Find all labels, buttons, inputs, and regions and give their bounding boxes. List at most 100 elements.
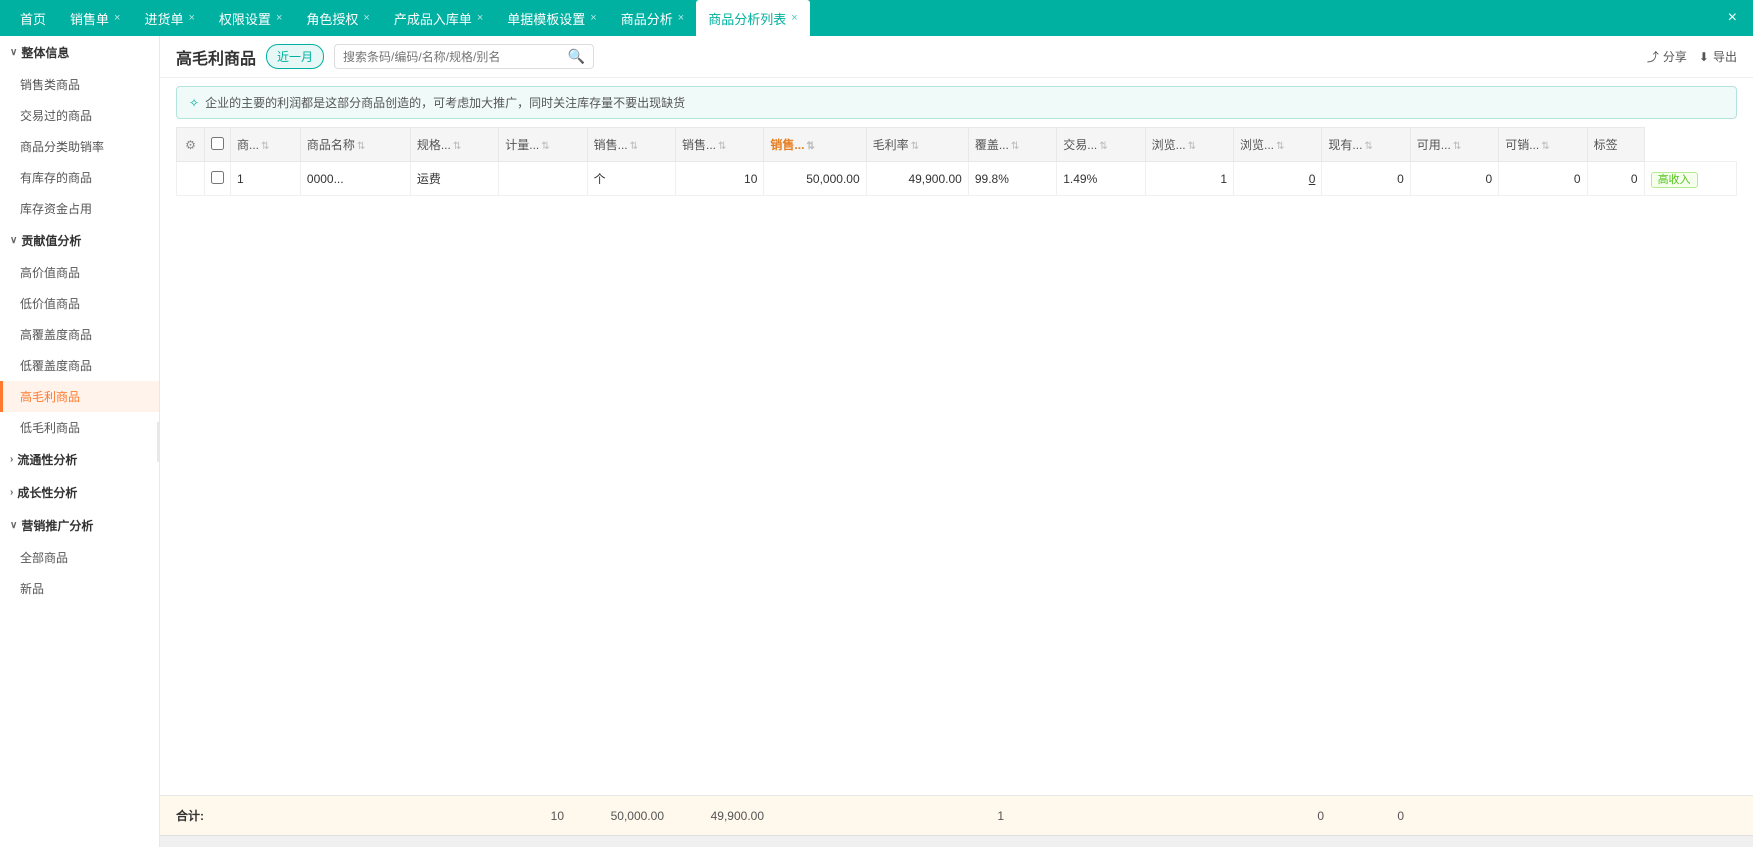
chevron-down-icon: ∨ xyxy=(10,235,17,246)
info-banner: ✧ 企业的主要的利润都是这部分商品创造的，可考虑加大推广，同时关注库存量不要出现… xyxy=(176,86,1737,119)
sidebar-item-low-margin[interactable]: 低毛利商品 xyxy=(0,412,159,443)
sidebar-item-low-value[interactable]: 低价值商品 xyxy=(0,288,159,319)
row-browse1[interactable]: 0 xyxy=(1234,162,1322,196)
row-checkbox[interactable] xyxy=(211,171,224,184)
row-browse2: 0 xyxy=(1322,162,1410,196)
sort-icon: ⇅ xyxy=(357,141,365,152)
column-tag[interactable]: 标签 xyxy=(1587,128,1644,162)
main-layout: « ∨ 整体信息 销售类商品 交易过的商品 商品分类助销率 有库存的商品 库存资… xyxy=(0,36,1753,847)
sidebar-collapse-button[interactable]: « xyxy=(157,422,160,462)
row-coverage: 1.49% xyxy=(1057,162,1145,196)
sort-icon: ⇅ xyxy=(1188,141,1196,152)
nav-role-auth-close[interactable]: × xyxy=(363,12,369,24)
footer-sales1: 10 xyxy=(504,809,564,823)
sidebar-item-low-coverage[interactable]: 低覆盖度商品 xyxy=(0,350,159,381)
sort-icon: ⇅ xyxy=(1276,141,1284,152)
column-available[interactable]: 可用...⇅ xyxy=(1410,128,1498,162)
row-sellable: 0 xyxy=(1587,162,1644,196)
sidebar-item-high-margin[interactable]: 高毛利商品 xyxy=(0,381,159,412)
row-tag: 高收入 xyxy=(1644,162,1736,196)
nav-template-settings[interactable]: 单据模板设置 × xyxy=(495,0,608,36)
column-checkbox-all[interactable] xyxy=(205,128,231,162)
sidebar-group-overall[interactable]: ∨ 整体信息 xyxy=(0,36,159,69)
data-table-container: ⚙ 商...⇅ 商品名称⇅ 规格...⇅ 计量...⇅ 销售...⇅ 销售...… xyxy=(176,127,1737,795)
sidebar-group-growth[interactable]: › 成长性分析 xyxy=(0,476,159,509)
nav-product-inbound-close[interactable]: × xyxy=(477,12,483,24)
sidebar-item-inventory-capital[interactable]: 库存资金占用 xyxy=(0,193,159,224)
search-icon[interactable]: 🔍 xyxy=(568,48,585,65)
nav-product-analysis[interactable]: 商品分析 × xyxy=(609,0,696,36)
sidebar-item-high-coverage[interactable]: 高覆盖度商品 xyxy=(0,319,159,350)
sidebar-item-all-goods[interactable]: 全部商品 xyxy=(0,542,159,573)
nav-product-analysis-close[interactable]: × xyxy=(678,12,684,24)
chevron-right-icon: › xyxy=(10,487,13,498)
nav-permission-settings[interactable]: 权限设置 × xyxy=(207,0,294,36)
column-browse1[interactable]: 浏览...⇅ xyxy=(1145,128,1233,162)
column-sales2[interactable]: 销售...⇅ xyxy=(676,128,764,162)
nav-permission-settings-close[interactable]: × xyxy=(276,12,282,24)
column-transactions[interactable]: 交易...⇅ xyxy=(1057,128,1145,162)
row-checkbox-cell[interactable] xyxy=(205,162,231,196)
row-unit: 个 xyxy=(587,162,675,196)
nav-sales-order-close[interactable]: × xyxy=(114,12,120,24)
data-table: ⚙ 商...⇅ 商品名称⇅ 规格...⇅ 计量...⇅ 销售...⇅ 销售...… xyxy=(176,127,1737,196)
search-box: 🔍 xyxy=(334,44,594,69)
footer-sales3: 49,900.00 xyxy=(664,809,764,823)
export-button[interactable]: ⬇ 导出 xyxy=(1699,48,1737,65)
column-sales1[interactable]: 销售...⇅ xyxy=(587,128,675,162)
content-area: 高毛利商品 近一月 🔍 ⤴ 分享 ⬇ 导出 ✧ 企业的主要的利润都是这部分商品创… xyxy=(160,36,1753,847)
app-close-button[interactable]: × xyxy=(1720,9,1745,27)
nav-template-settings-close[interactable]: × xyxy=(590,12,596,24)
sort-icon: ⇅ xyxy=(1453,141,1461,152)
nav-role-auth[interactable]: 角色授权 × xyxy=(294,0,381,36)
page-title: 高毛利商品 xyxy=(176,45,256,69)
select-all-checkbox[interactable] xyxy=(211,137,224,150)
column-browse2[interactable]: 浏览...⇅ xyxy=(1234,128,1322,162)
column-name[interactable]: 商品名称⇅ xyxy=(300,128,410,162)
row-transactions: 1 xyxy=(1145,162,1233,196)
nav-home[interactable]: 首页 xyxy=(8,0,58,36)
info-icon: ✧ xyxy=(189,96,199,110)
column-sales3[interactable]: 销售...⇅ xyxy=(764,128,866,162)
sidebar-group-liquidity[interactable]: › 流通性分析 xyxy=(0,443,159,476)
footer-spacer3 xyxy=(1004,809,1084,823)
column-unit[interactable]: 计量...⇅ xyxy=(499,128,587,162)
sort-icon: ⇅ xyxy=(718,141,726,152)
row-sales3: 49,900.00 xyxy=(866,162,968,196)
tag-badge: 高收入 xyxy=(1651,172,1698,188)
column-gross-rate[interactable]: 毛利率⇅ xyxy=(866,128,968,162)
sidebar-item-category-sales-rate[interactable]: 商品分类助销率 xyxy=(0,131,159,162)
nav-purchase-order-close[interactable]: × xyxy=(188,12,194,24)
row-code: 0000... xyxy=(300,162,410,196)
nav-product-inbound[interactable]: 产成品入库单 × xyxy=(382,0,495,36)
column-sellable[interactable]: 可销...⇅ xyxy=(1499,128,1587,162)
nav-product-analysis-list-close[interactable]: × xyxy=(791,12,797,24)
sidebar-item-high-value[interactable]: 高价值商品 xyxy=(0,257,159,288)
column-spec[interactable]: 规格...⇅ xyxy=(410,128,498,162)
chevron-down-icon: ∨ xyxy=(10,47,17,58)
sidebar-item-traded-goods[interactable]: 交易过的商品 xyxy=(0,100,159,131)
nav-product-analysis-list[interactable]: 商品分析列表 × xyxy=(696,0,809,36)
column-settings-icon[interactable]: ⚙ xyxy=(177,128,205,162)
chevron-down-icon: ∨ xyxy=(10,520,17,531)
column-code[interactable]: 商...⇅ xyxy=(231,128,301,162)
share-button[interactable]: ⤴ 分享 xyxy=(1647,48,1687,65)
sort-icon: ⇅ xyxy=(1541,141,1549,152)
sort-icon: ⇅ xyxy=(1011,141,1019,152)
search-input[interactable] xyxy=(343,50,568,64)
column-coverage[interactable]: 覆盖...⇅ xyxy=(968,128,1056,162)
sidebar-item-sales-goods[interactable]: 销售类商品 xyxy=(0,69,159,100)
nav-sales-order[interactable]: 销售单 × xyxy=(58,0,132,36)
sidebar-item-new-goods[interactable]: 新品 xyxy=(0,573,159,604)
sidebar-group-contribution[interactable]: ∨ 贡献值分析 xyxy=(0,224,159,257)
sidebar-item-in-stock-goods[interactable]: 有库存的商品 xyxy=(0,162,159,193)
nav-purchase-order[interactable]: 进货单 × xyxy=(132,0,206,36)
period-filter-button[interactable]: 近一月 xyxy=(266,44,324,69)
column-current-stock[interactable]: 现有...⇅ xyxy=(1322,128,1410,162)
footer-transactions: 1 xyxy=(924,809,1004,823)
footer-spacer4 xyxy=(1084,809,1164,823)
row-sales1: 10 xyxy=(676,162,764,196)
sidebar-group-marketing[interactable]: ∨ 营销推广分析 xyxy=(0,509,159,542)
horizontal-scrollbar[interactable] xyxy=(160,835,1753,847)
footer-spacer1 xyxy=(764,809,844,823)
